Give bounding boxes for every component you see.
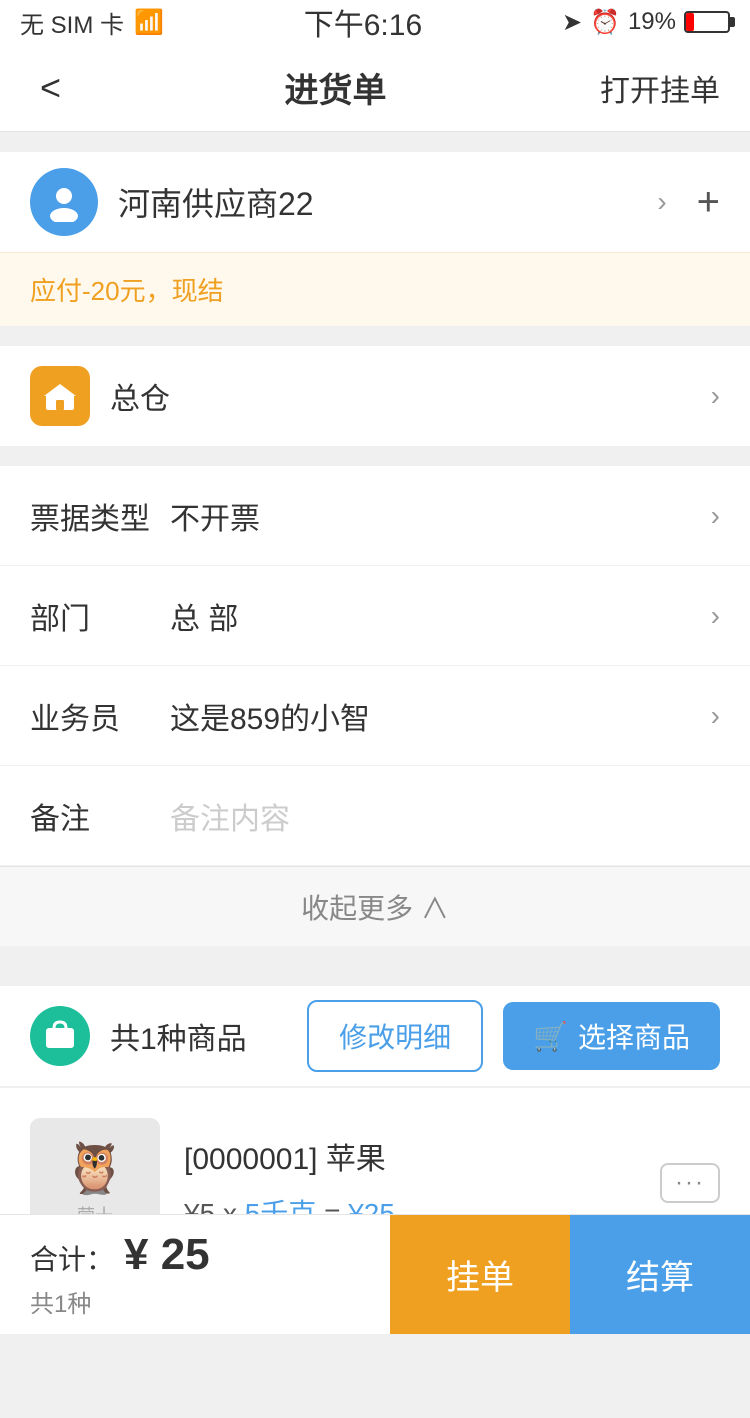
back-button[interactable]: < (30, 57, 71, 119)
form-row-invoice[interactable]: 票据类型 不开票 › (0, 466, 750, 566)
form-label-salesman: 业务员 (30, 694, 170, 738)
select-product-button[interactable]: 🛒 选择商品 (503, 1002, 720, 1070)
warehouse-row[interactable]: 总仓 › (0, 346, 750, 446)
cart-icon: 🛒 (533, 1020, 568, 1053)
status-time: 下午6:16 (304, 0, 422, 44)
owl-icon: 🦉 (64, 1139, 126, 1198)
wifi-icon: 📶 (134, 8, 164, 37)
form-label-remark: 备注 (30, 794, 170, 838)
form-row-remark[interactable]: 备注 备注内容 (0, 766, 750, 866)
chevron-right-icon: › (657, 186, 666, 218)
status-bar: 无 SIM 卡 📶 下午6:16 ➤ ⏰ 19% (0, 0, 750, 44)
chevron-right-icon-invoice: › (711, 500, 720, 532)
section-gap-1 (0, 132, 750, 152)
form-label-dept: 部门 (30, 594, 170, 638)
form-value-dept: 总 部 (170, 594, 711, 638)
battery-icon (684, 11, 730, 33)
page-title: 进货单 (285, 63, 387, 112)
location-icon: ➤ (562, 8, 582, 37)
alert-banner: 应付-20元，现结 (0, 252, 750, 326)
form-placeholder-remark[interactable]: 备注内容 (170, 794, 720, 838)
edit-detail-button[interactable]: 修改明细 (307, 1000, 483, 1072)
form-row-salesman[interactable]: 业务员 这是859的小智 › (0, 666, 750, 766)
warehouse-section: 总仓 › (0, 346, 750, 446)
add-icon[interactable]: + (697, 180, 720, 225)
form-row-dept[interactable]: 部门 总 部 › (0, 566, 750, 666)
form-value-salesman: 这是859的小智 (170, 694, 711, 738)
product-count-label: 共1种商品 (110, 1014, 287, 1058)
bottom-bar: 合计： ¥ 25 共1种 挂单 结算 (0, 1214, 750, 1334)
section-gap-4 (0, 946, 750, 966)
form-section: 票据类型 不开票 › 部门 总 部 › 业务员 这是859的小智 › 备注 备注… (0, 466, 750, 866)
more-button[interactable]: ··· (660, 1163, 720, 1203)
total-amount: ¥ 25 (124, 1230, 210, 1280)
supplier-actions: › + (657, 180, 720, 225)
chevron-right-icon-salesman: › (711, 700, 720, 732)
total-label: 合计： (30, 1238, 114, 1278)
products-header: 共1种商品 修改明细 🛒 选择商品 (0, 986, 750, 1086)
supplier-section: 河南供应商22 › + 应付-20元，现结 (0, 152, 750, 326)
bottom-total: 合计： ¥ 25 共1种 (0, 1215, 390, 1334)
alarm-icon: ⏰ (590, 8, 620, 37)
product-code: [0000001] (184, 1143, 317, 1176)
select-product-label: 选择商品 (578, 1016, 690, 1056)
product-name: [0000001] 苹果 (184, 1134, 636, 1178)
form-label-invoice: 票据类型 (30, 494, 170, 538)
form-value-invoice: 不开票 (170, 494, 711, 538)
product-title: 苹果 (326, 1143, 386, 1176)
supplier-row[interactable]: 河南供应商22 › + (0, 152, 750, 252)
section-gap-2 (0, 326, 750, 346)
status-bar-left: 无 SIM 卡 📶 (20, 5, 164, 40)
avatar (30, 168, 98, 236)
section-gap-3 (0, 446, 750, 466)
supplier-name: 河南供应商22 (118, 179, 657, 225)
open-hang-button[interactable]: 打开挂单 (600, 66, 720, 110)
warehouse-icon (30, 366, 90, 426)
checkout-button[interactable]: 结算 (570, 1215, 750, 1334)
total-label-row: 合计： ¥ 25 (30, 1230, 360, 1280)
chevron-right-icon-dept: › (711, 600, 720, 632)
product-count-icon (30, 1006, 90, 1066)
nav-bar: < 进货单 打开挂单 (0, 44, 750, 132)
carrier-label: 无 SIM 卡 (20, 5, 124, 40)
total-sub: 共1种 (30, 1284, 360, 1319)
collapse-row[interactable]: 收起更多 ∧ (0, 866, 750, 946)
hang-button[interactable]: 挂单 (390, 1215, 570, 1334)
status-bar-right: ➤ ⏰ 19% (562, 8, 730, 37)
warehouse-label: 总仓 (110, 374, 711, 418)
chevron-right-icon-warehouse: › (711, 380, 720, 412)
battery-percent: 19% (628, 8, 676, 36)
